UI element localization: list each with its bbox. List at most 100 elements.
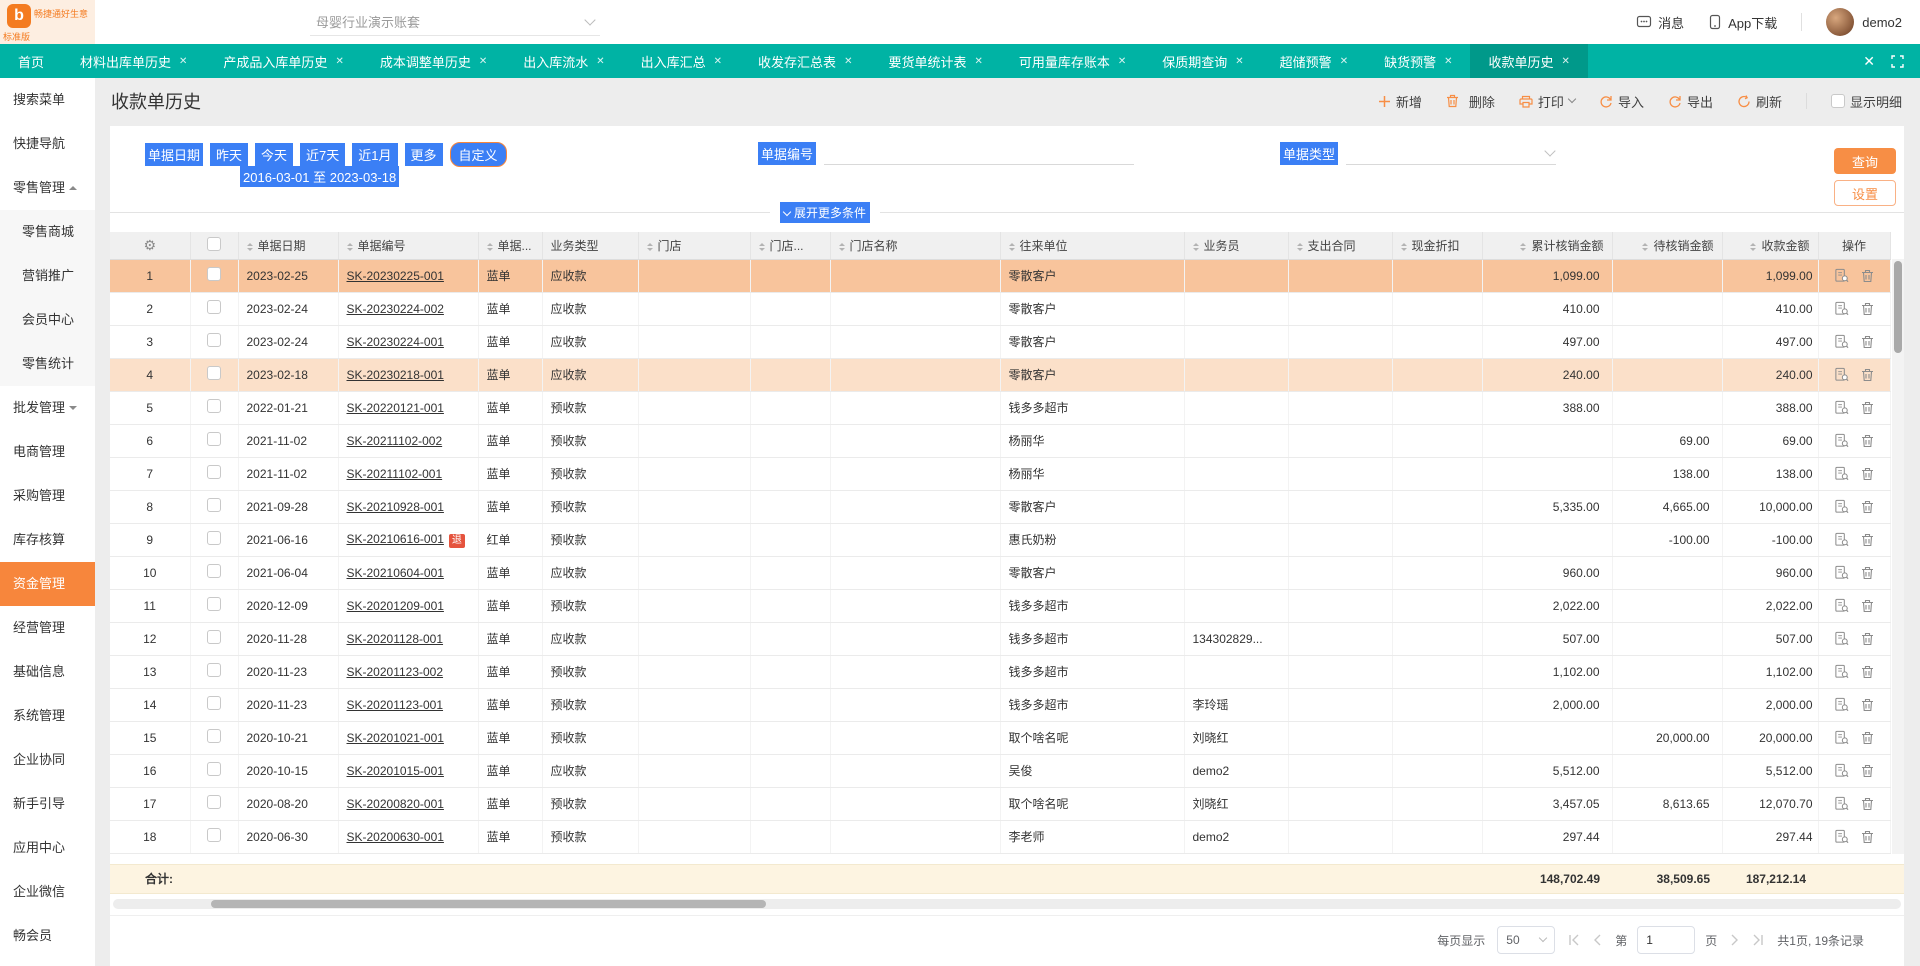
tab-close-icon[interactable]: ✕ <box>335 56 343 67</box>
row-checkbox[interactable] <box>207 399 221 413</box>
doc-number-link[interactable]: SK-20201123-002 <box>347 665 444 679</box>
row-checkbox[interactable] <box>207 531 221 545</box>
doc-number-link[interactable]: SK-20210928-001 <box>347 500 444 514</box>
sort-icon[interactable] <box>1008 242 1015 251</box>
tab-close-icon[interactable]: ✕ <box>714 56 722 67</box>
doc-number-link[interactable]: SK-20220121-001 <box>347 401 444 415</box>
doc-number-link[interactable]: SK-20230225-001 <box>347 269 444 283</box>
doc-number-link[interactable]: SK-20201128-001 <box>347 632 444 646</box>
tab-home[interactable]: 首页 <box>0 44 62 78</box>
sort-icon[interactable] <box>346 242 353 251</box>
delete-row-icon[interactable] <box>1861 830 1874 844</box>
delete-row-icon[interactable] <box>1861 467 1874 481</box>
doc-number-link[interactable]: SK-20230218-001 <box>347 368 444 382</box>
view-document-icon[interactable] <box>1834 433 1849 448</box>
expand-more-button[interactable]: 展开更多条件 <box>770 202 881 223</box>
column-header-9[interactable]: 支出合同 <box>1288 232 1393 260</box>
tab-item-3[interactable]: 成本调整单历史 ✕ <box>362 44 505 78</box>
tab-item-8[interactable]: 可用量库存账本 ✕ <box>1001 44 1144 78</box>
doc-number-link[interactable]: SK-20201015-001 <box>347 764 444 778</box>
sidebar-item-18[interactable]: 企业微信 <box>0 870 95 914</box>
row-checkbox[interactable] <box>207 729 221 743</box>
sort-icon[interactable] <box>1400 242 1407 251</box>
user-menu[interactable]: demo2 <box>1826 8 1902 36</box>
sidebar-item-0[interactable]: 搜索菜单 <box>0 78 95 122</box>
column-header-12[interactable]: 待核销金额 <box>1612 232 1723 260</box>
table-row[interactable]: 14 2020-11-23 SK-20201123-001 蓝单 预收款 钱多多超市 李玲瑶… <box>110 688 1891 722</box>
table-row[interactable]: 16 2020-10-15 SK-20201015-001 蓝单 应收款 吴俊 demo2 5… <box>110 754 1891 788</box>
sort-icon[interactable] <box>758 242 765 251</box>
first-page-icon[interactable] <box>1567 933 1581 947</box>
sidebar-item-15[interactable]: 企业协同 <box>0 738 95 782</box>
tab-close-icon[interactable]: ✕ <box>1235 56 1243 67</box>
view-document-icon[interactable] <box>1834 466 1849 481</box>
table-row[interactable]: 10 2021-06-04 SK-20210604-001 蓝单 应收款 零散客户 960.… <box>110 556 1891 590</box>
row-checkbox[interactable] <box>207 663 221 677</box>
row-checkbox[interactable] <box>207 465 221 479</box>
row-checkbox[interactable] <box>207 564 221 578</box>
tab-close-icon[interactable]: ✕ <box>179 56 187 67</box>
doc-number-link[interactable]: SK-20211102-001 <box>347 467 443 481</box>
doc-number-link[interactable]: SK-20230224-002 <box>347 302 444 316</box>
row-checkbox[interactable] <box>207 333 221 347</box>
refresh-button[interactable]: 刷新 <box>1737 92 1782 111</box>
delete-row-icon[interactable] <box>1861 269 1874 283</box>
quick-1month-button[interactable]: 近1月 <box>352 143 398 166</box>
row-checkbox[interactable] <box>207 267 221 281</box>
view-document-icon[interactable] <box>1834 763 1849 778</box>
table-row[interactable]: 4 2023-02-18 SK-20230218-001 蓝单 应收款 零散客户 240.0… <box>110 358 1891 392</box>
doc-number-link[interactable]: SK-20201209-001 <box>347 599 444 613</box>
doc-number-link[interactable]: SK-20201021-001 <box>347 731 444 745</box>
sort-icon[interactable] <box>838 242 845 251</box>
horizontal-scrollbar-thumb[interactable] <box>211 899 766 908</box>
doc-number-link[interactable]: SK-20230224-001 <box>347 335 444 349</box>
close-all-tabs-icon[interactable]: ✕ <box>1863 53 1875 70</box>
delete-row-icon[interactable] <box>1861 731 1874 745</box>
sort-icon[interactable] <box>1296 242 1303 251</box>
doc-number-link[interactable]: SK-20201123-001 <box>347 698 444 712</box>
delete-row-icon[interactable] <box>1861 401 1874 415</box>
sort-icon[interactable] <box>1642 242 1649 251</box>
sidebar-item-3[interactable]: 零售商城 <box>0 210 95 254</box>
last-page-icon[interactable] <box>1751 933 1765 947</box>
row-checkbox[interactable] <box>207 696 221 710</box>
delete-row-icon[interactable] <box>1861 566 1874 580</box>
tab-item-2[interactable]: 产成品入库单历史 ✕ <box>205 44 361 78</box>
table-row[interactable]: 11 2020-12-09 SK-20201209-001 蓝单 预收款 钱多多超市 2,0… <box>110 589 1891 623</box>
quick-custom-button[interactable]: 自定义 <box>449 142 507 167</box>
table-row[interactable]: 3 2023-02-24 SK-20230224-001 蓝单 应收款 零散客户 497.0… <box>110 325 1891 359</box>
table-row[interactable]: 2 2023-02-24 SK-20230224-002 蓝单 应收款 零散客户 410.0… <box>110 292 1891 326</box>
sidebar-item-12[interactable]: 经营管理 <box>0 606 95 650</box>
date-range-value[interactable]: 2016-03-01 至 2023-03-18 <box>240 166 400 187</box>
add-button[interactable]: 新增 <box>1378 92 1422 111</box>
sort-icon[interactable] <box>1750 242 1757 251</box>
delete-row-icon[interactable] <box>1861 797 1874 811</box>
delete-row-icon[interactable] <box>1861 500 1874 514</box>
row-checkbox[interactable] <box>207 828 221 842</box>
view-document-icon[interactable] <box>1834 367 1849 382</box>
vertical-scrollbar[interactable] <box>1892 259 1904 854</box>
column-header-7[interactable]: 往来单位 <box>1000 232 1185 260</box>
column-header-14[interactable]: 操作 <box>1818 232 1891 260</box>
quick-7days-button[interactable]: 近7天 <box>300 143 346 166</box>
export-button[interactable]: 导出 <box>1668 92 1713 111</box>
sort-icon[interactable] <box>1192 242 1199 251</box>
view-document-icon[interactable] <box>1834 499 1849 514</box>
sidebar-item-4[interactable]: 营销推广 <box>0 254 95 298</box>
page-input[interactable] <box>1637 926 1696 954</box>
vertical-scrollbar-thumb[interactable] <box>1894 261 1902 353</box>
table-row[interactable]: 12 2020-11-28 SK-20201128-001 蓝单 应收款 钱多多超市 134… <box>110 622 1891 656</box>
column-header-3[interactable]: 业务类型 <box>542 232 639 260</box>
delete-row-icon[interactable] <box>1861 698 1874 712</box>
row-checkbox[interactable] <box>207 597 221 611</box>
per-page-select[interactable]: 50 <box>1497 926 1556 954</box>
tab-item-1[interactable]: 材料出库单历史 ✕ <box>62 44 205 78</box>
doc-type-select[interactable] <box>1346 143 1557 165</box>
sidebar-item-11[interactable]: 资金管理 <box>0 562 95 606</box>
app-download-button[interactable]: App下载 <box>1708 13 1777 32</box>
row-checkbox[interactable] <box>207 498 221 512</box>
table-row[interactable]: 9 2021-06-16 SK-20210616-001 退红单 预收款 惠氏奶粉 -100… <box>110 523 1891 557</box>
column-header-11[interactable]: 累计核销金额 <box>1482 232 1613 260</box>
tab-item-12[interactable]: 收款单历史 ✕ <box>1470 44 1588 78</box>
settings-button[interactable]: 设置 <box>1834 180 1896 206</box>
